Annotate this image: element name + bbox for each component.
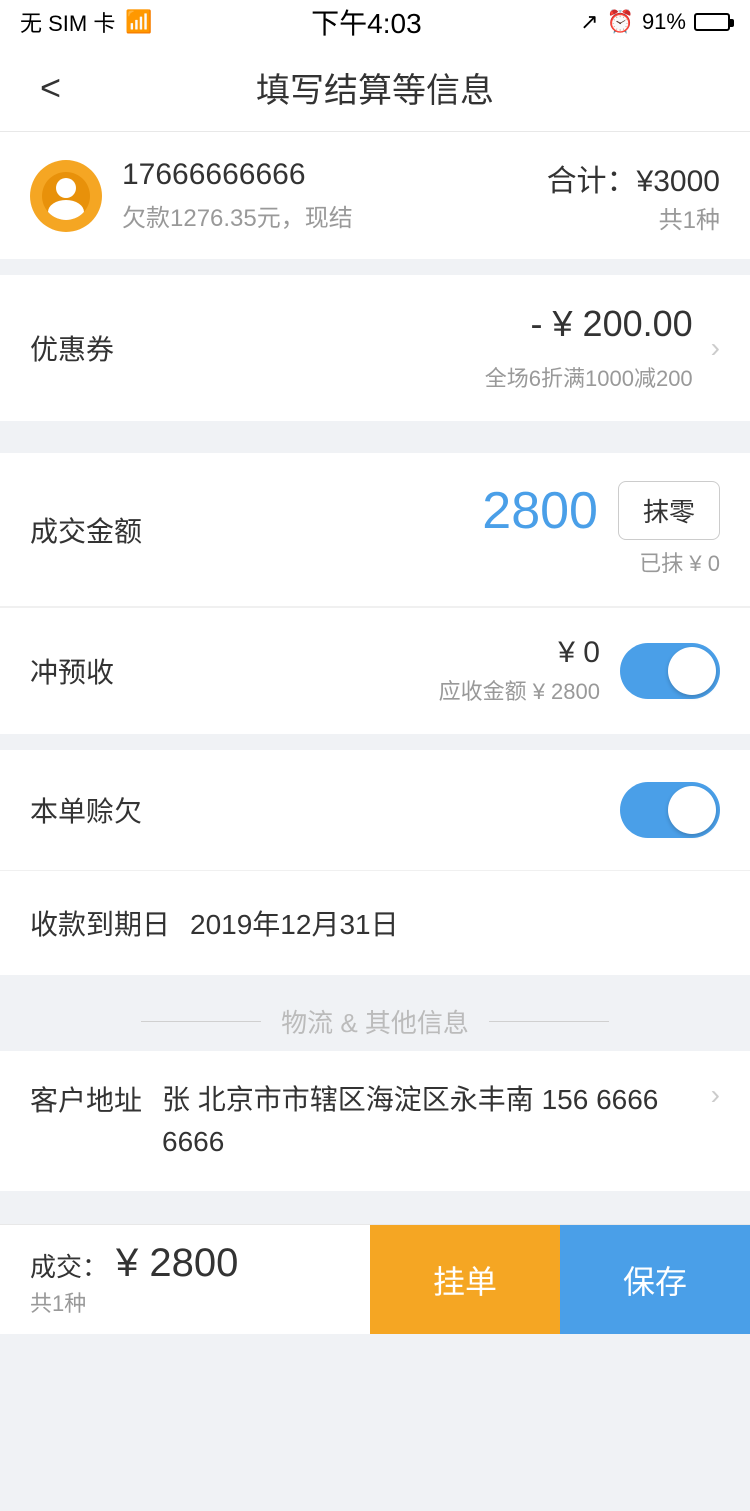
prepaid-value-wrap: ¥ 0 应收金额 ¥ 2800 (439, 636, 600, 706)
deal-amount-sub: 已抹 ¥ 0 (639, 546, 720, 578)
status-right: ↗ ⏰ 91% (580, 9, 730, 35)
battery-icon (694, 13, 730, 31)
amount-section: 成交金额 2800 抹零 已抹 ¥ 0 冲预收 ¥ 0 应收金额 ¥ 2800 (0, 453, 750, 734)
bottom-count: 共1种 (30, 1286, 340, 1318)
deal-amount-row: 成交金额 2800 抹零 已抹 ¥ 0 (0, 453, 750, 607)
back-button[interactable]: < (30, 57, 71, 119)
address-label: 客户地址 (30, 1079, 142, 1119)
deal-amount-label: 成交金额 (30, 510, 142, 550)
round-button[interactable]: 抹零 (618, 481, 720, 540)
bottom-amount: ¥ 2800 (116, 1241, 238, 1286)
user-phone: 17666666666 (122, 158, 353, 192)
status-left: 无 SIM 卡 📶 (20, 6, 153, 38)
prepaid-right: ¥ 0 应收金额 ¥ 2800 (439, 636, 720, 706)
gray-divider-1 (0, 437, 750, 453)
deal-amount-value: 2800 (482, 485, 598, 537)
toggle-knob (668, 647, 716, 695)
nav-bar: < 填写结算等信息 (0, 44, 750, 132)
user-right: 合计：¥3000 共1种 (547, 156, 720, 235)
due-date-label: 收款到期日 (30, 903, 170, 943)
gray-divider-3 (0, 975, 750, 991)
deal-amount-right: 2800 抹零 (482, 481, 720, 540)
debt-row: 本单赊欠 (0, 750, 750, 870)
debt-label: 本单赊欠 (30, 790, 142, 830)
wifi-icon: 📶 (125, 9, 152, 35)
battery-percent: 91% (642, 9, 686, 35)
prepaid-toggle[interactable] (620, 643, 720, 699)
due-date-row: 收款到期日 2019年12月31日 (0, 870, 750, 975)
status-bar: 无 SIM 卡 📶 下午4:03 ↗ ⏰ 91% (0, 0, 750, 44)
save-button[interactable]: 保存 (560, 1225, 750, 1334)
bottom-summary: 成交： ¥ 2800 共1种 (0, 1225, 370, 1334)
prepaid-value: ¥ 0 (439, 636, 600, 670)
avatar-icon (42, 172, 90, 220)
alarm-icon: ⏰ (607, 9, 634, 35)
bottom-bar: 成交： ¥ 2800 共1种 挂单 保存 (0, 1224, 750, 1334)
hang-button[interactable]: 挂单 (370, 1225, 560, 1334)
location-icon: ↗ (580, 9, 598, 35)
coupon-amount: - ¥ 200.00 (531, 303, 693, 345)
address-row[interactable]: 客户地址 张 北京市市辖区海淀区永丰南 156 6666 6666 › (0, 1051, 750, 1191)
coupon-section: 优惠券 - ¥ 200.00 全场6折满1000减200 › (0, 275, 750, 421)
prepaid-label: 冲预收 (30, 651, 114, 691)
total-count: 共1种 (547, 200, 720, 235)
avatar (30, 160, 102, 232)
address-chevron-icon: › (711, 1079, 720, 1111)
prepaid-row: 冲预收 ¥ 0 应收金额 ¥ 2800 (0, 607, 750, 734)
user-debt: 欠款1276.35元，现结 (122, 198, 353, 233)
user-info: 17666666666 欠款1276.35元，现结 (122, 158, 353, 233)
total-amount: 合计：¥3000 (547, 156, 720, 200)
user-card: 17666666666 欠款1276.35元，现结 合计：¥3000 共1种 (0, 132, 750, 259)
coupon-right: - ¥ 200.00 全场6折满1000减200 (485, 303, 693, 393)
gray-divider-2 (0, 734, 750, 750)
coupon-label: 优惠券 (30, 328, 114, 368)
sim-status: 无 SIM 卡 (20, 6, 115, 38)
logistics-divider: 物流 & 其他信息 (0, 991, 750, 1051)
coupon-row[interactable]: 优惠券 - ¥ 200.00 全场6折满1000减200 › (0, 275, 750, 421)
debt-toggle-knob (668, 786, 716, 834)
chevron-right-icon: › (711, 332, 720, 364)
page-title: 填写结算等信息 (256, 63, 494, 112)
address-value: 张 北京市市辖区海淀区永丰南 156 6666 6666 (162, 1079, 683, 1163)
coupon-detail: 全场6折满1000减200 (485, 361, 693, 393)
debt-toggle[interactable] (620, 782, 720, 838)
prepaid-sub: 应收金额 ¥ 2800 (439, 674, 600, 706)
logistics-text: 物流 & 其他信息 (141, 1003, 609, 1040)
due-date-value: 2019年12月31日 (190, 903, 399, 943)
status-time: 下午4:03 (311, 2, 422, 42)
user-left: 17666666666 欠款1276.35元，现结 (30, 158, 353, 233)
bottom-deal-label: 成交： (30, 1247, 108, 1284)
